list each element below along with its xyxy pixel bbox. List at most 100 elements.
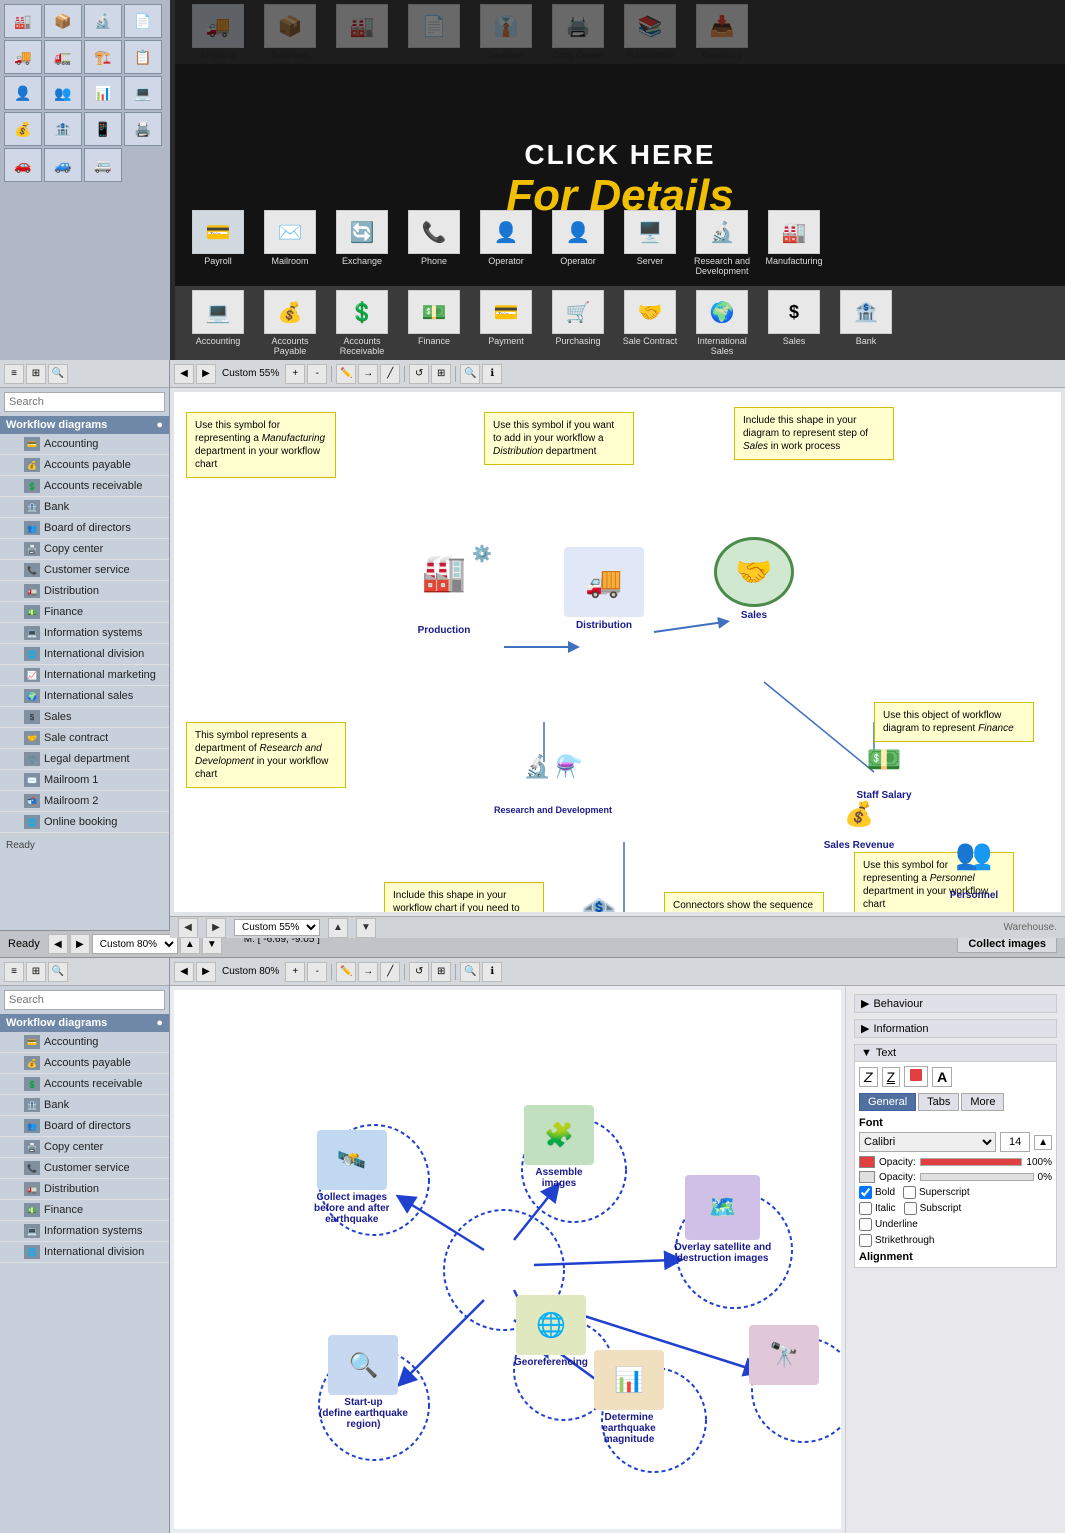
italic-format-btn[interactable]: Z bbox=[859, 1067, 878, 1087]
nav-back[interactable]: ◀ bbox=[178, 918, 198, 938]
tb2-draw[interactable]: ✏️ bbox=[336, 962, 356, 982]
toolbar-btn[interactable]: ⊞ bbox=[26, 364, 46, 384]
thumb-item[interactable]: 💻 bbox=[124, 76, 162, 110]
thumb-item[interactable]: 🚐 bbox=[84, 148, 122, 182]
collect-images-diagram[interactable]: 🛰️ Collect imagesbefore and afterearthqu… bbox=[174, 990, 841, 1529]
font-size-input[interactable] bbox=[1000, 1132, 1030, 1152]
inter-btn[interactable]: ▶ bbox=[70, 934, 90, 954]
thumb-item[interactable]: 📱 bbox=[84, 112, 122, 146]
tab-general[interactable]: General bbox=[859, 1093, 916, 1111]
panel-information-header[interactable]: ▶ Information bbox=[854, 1019, 1057, 1038]
tb2-line[interactable]: ╱ bbox=[380, 962, 400, 982]
tb-grid[interactable]: ⊞ bbox=[431, 364, 451, 384]
thumb-item[interactable]: 🔬 bbox=[84, 4, 122, 38]
zoom-up[interactable]: ▲ bbox=[328, 918, 348, 938]
sidebar-item-copy-center[interactable]: 🖨️ Copy center bbox=[0, 539, 169, 560]
sidebar-item-bank[interactable]: 🏦 Bank bbox=[0, 497, 169, 518]
sidebar-item-online-booking[interactable]: 🌐 Online booking bbox=[0, 812, 169, 833]
tb2-search[interactable]: 🔍 bbox=[460, 962, 480, 982]
strikethrough-checkbox[interactable] bbox=[859, 1234, 872, 1247]
tab-more[interactable]: More bbox=[961, 1093, 1004, 1111]
node-determine[interactable]: 📊 Determineearthquakemagnitude bbox=[594, 1350, 664, 1445]
search-input-2[interactable] bbox=[4, 990, 165, 1010]
opacity-slider-2[interactable] bbox=[920, 1173, 1034, 1181]
sidebar-item-distribution[interactable]: 🚛 Distribution bbox=[0, 581, 169, 602]
tb-info[interactable]: ℹ bbox=[482, 364, 502, 384]
toolbar-search-btn[interactable]: 🔍 bbox=[48, 962, 68, 982]
node-rd[interactable]: 🔬 ⚗️ Research and Development bbox=[494, 732, 612, 815]
tb-zoom-in[interactable]: + bbox=[285, 364, 305, 384]
thumb-item[interactable]: 💰 bbox=[4, 112, 42, 146]
strikethrough-check[interactable]: Strikethrough bbox=[859, 1234, 934, 1247]
sidebar-item-board[interactable]: 👥 Board of directors bbox=[0, 518, 169, 539]
thumb-item[interactable]: 📊 bbox=[84, 76, 122, 110]
node-sales-revenue[interactable]: 💰 Sales Revenue bbox=[819, 792, 899, 851]
sidebar-item-intl-division[interactable]: 🌐 International division bbox=[0, 644, 169, 665]
font-select[interactable]: Calibri Arial Times New Roman bbox=[859, 1132, 996, 1152]
node-startup[interactable]: 🔍 Start-up(define earthquakeregion) bbox=[319, 1335, 408, 1430]
underline-checkbox[interactable] bbox=[859, 1218, 872, 1231]
node-personnel[interactable]: 👥 Personnel bbox=[934, 822, 1014, 901]
sidebar-item-sale-contract[interactable]: 🤝 Sale contract bbox=[0, 728, 169, 749]
sidebar-section-header[interactable]: Workflow diagrams ● bbox=[0, 416, 169, 434]
bold-check[interactable]: Bold bbox=[859, 1186, 895, 1199]
thumb-item[interactable]: 🚙 bbox=[44, 148, 82, 182]
underline-check[interactable]: Underline bbox=[859, 1218, 918, 1231]
bold-checkbox[interactable] bbox=[859, 1186, 872, 1199]
tb-zoom-out[interactable]: - bbox=[307, 364, 327, 384]
nav-forward[interactable]: ▶ bbox=[206, 918, 226, 938]
tb-draw[interactable]: ✏️ bbox=[336, 364, 356, 384]
node-staff-salary[interactable]: 💵 Staff Salary bbox=[844, 732, 924, 801]
thumb-item[interactable]: 🚚 bbox=[4, 40, 42, 74]
tb2-btn[interactable]: + bbox=[285, 962, 305, 982]
panel-text-header[interactable]: ▼ Text bbox=[854, 1044, 1057, 1062]
sidebar2-item-board[interactable]: 👥 Board of directors bbox=[0, 1116, 169, 1137]
node-overlay[interactable]: 🗺️ Overlay satellite anddestruction imag… bbox=[674, 1175, 771, 1264]
sidebar2-item-finance[interactable]: 💵 Finance bbox=[0, 1200, 169, 1221]
workflow1-canvas[interactable]: Use this symbol for representing a Manuf… bbox=[174, 392, 1061, 912]
sidebar2-item-accounts-receivable[interactable]: 💲 Accounts receivable bbox=[0, 1074, 169, 1095]
sidebar-item-accounts-payable[interactable]: 💰 Accounts payable bbox=[0, 455, 169, 476]
sidebar-item-intl-marketing[interactable]: 📈 International marketing bbox=[0, 665, 169, 686]
inter-btn[interactable]: ◀ bbox=[48, 934, 68, 954]
sidebar2-item-accounts-payable[interactable]: 💰 Accounts payable bbox=[0, 1053, 169, 1074]
bold-format-btn[interactable]: A bbox=[932, 1067, 952, 1087]
thumb-item[interactable]: 👤 bbox=[4, 76, 42, 110]
sidebar-item-accounts-receivable[interactable]: 💲 Accounts receivable bbox=[0, 476, 169, 497]
sidebar-item-sales[interactable]: $ Sales bbox=[0, 707, 169, 728]
subscript-check[interactable]: Subscript bbox=[904, 1202, 962, 1215]
sidebar-item-intl-sales[interactable]: 🌍 International sales bbox=[0, 686, 169, 707]
thumb-item[interactable]: 📋 bbox=[124, 40, 162, 74]
superscript-check[interactable]: Superscript bbox=[903, 1186, 970, 1199]
sidebar-item-customer-service[interactable]: 📞 Customer service bbox=[0, 560, 169, 581]
sidebar2-item-accounting[interactable]: 💳 Accounting bbox=[0, 1032, 169, 1053]
tb2-grid[interactable]: ⊞ bbox=[431, 962, 451, 982]
sidebar-item-mailroom2[interactable]: 📬 Mailroom 2 bbox=[0, 791, 169, 812]
node-georef[interactable]: 🌐 Georeferencing bbox=[514, 1295, 588, 1368]
node-assemble[interactable]: 🧩 Assembleimages bbox=[524, 1105, 594, 1189]
thumb-item[interactable]: 🏭 bbox=[4, 4, 42, 38]
panel-behaviour-header[interactable]: ▶ Behaviour bbox=[854, 994, 1057, 1013]
sidebar2-item-copy-center[interactable]: 🖨️ Copy center bbox=[0, 1137, 169, 1158]
sidebar-item-information-systems[interactable]: 💻 Information systems bbox=[0, 623, 169, 644]
zoom-select[interactable]: Custom 55% 100% 75% 50% bbox=[234, 919, 320, 936]
tb-arrow[interactable]: → bbox=[358, 364, 378, 384]
sidebar2-item-information-systems[interactable]: 💻 Information systems bbox=[0, 1221, 169, 1242]
tb-forward[interactable]: ▶ bbox=[196, 364, 216, 384]
underline-format-btn[interactable]: Z bbox=[882, 1067, 901, 1087]
tb2-info[interactable]: ℹ bbox=[482, 962, 502, 982]
color-swatch-gray[interactable] bbox=[859, 1171, 875, 1183]
sidebar2-item-bank[interactable]: 🏦 Bank bbox=[0, 1095, 169, 1116]
text-color-btn[interactable] bbox=[904, 1066, 928, 1087]
thumb-item[interactable]: 🚗 bbox=[4, 148, 42, 182]
thumb-item[interactable]: 👥 bbox=[44, 76, 82, 110]
node-sales[interactable]: 🤝 Sales bbox=[714, 537, 794, 621]
search-input[interactable] bbox=[4, 392, 165, 412]
color-swatch-red[interactable] bbox=[859, 1156, 875, 1168]
thumb-item[interactable]: 🏦 bbox=[44, 112, 82, 146]
tb2-rotate[interactable]: ↺ bbox=[409, 962, 429, 982]
node-collect-images[interactable]: 🛰️ Collect imagesbefore and afterearthqu… bbox=[314, 1130, 390, 1225]
tb-search[interactable]: 🔍 bbox=[460, 364, 480, 384]
italic-checkbox[interactable] bbox=[859, 1202, 872, 1215]
thumb-item[interactable]: 🏗️ bbox=[84, 40, 122, 74]
